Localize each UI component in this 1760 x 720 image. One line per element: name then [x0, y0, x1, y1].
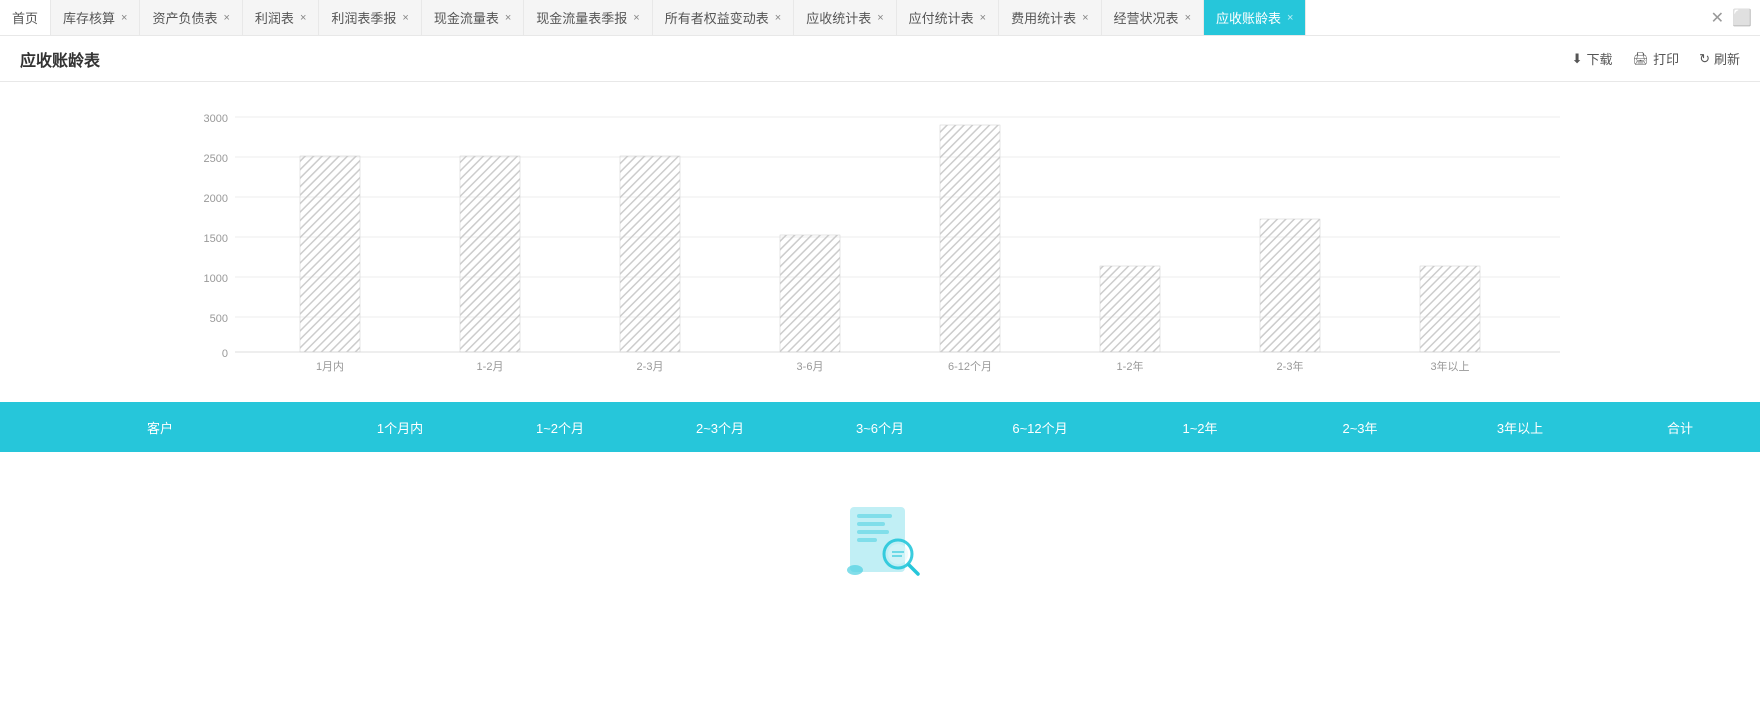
refresh-icon: ↻: [1699, 51, 1710, 67]
bar-8: [1420, 266, 1480, 352]
page-title: 应收账龄表: [20, 47, 100, 71]
tab-profit-q[interactable]: 利润表季报 ×: [319, 0, 421, 36]
main-content: 3000 2500 2000 1500 1000 500 0: [0, 82, 1760, 720]
tab-close-balance[interactable]: ×: [223, 12, 229, 24]
svg-text:6-12个月: 6-12个月: [948, 360, 992, 373]
tab-ar-stat[interactable]: 应收统计表 ×: [794, 0, 896, 36]
bar-5: [940, 125, 1000, 352]
empty-icon: [830, 492, 930, 592]
svg-text:2500: 2500: [204, 153, 228, 165]
svg-text:1月内: 1月内: [316, 359, 344, 373]
bar-6: [1100, 266, 1160, 352]
col-total: 合计: [1600, 418, 1760, 437]
col-2-3y: 2~3年: [1280, 418, 1440, 437]
col-1m: 1个月内: [320, 418, 480, 437]
tab-close-cashflow-q[interactable]: ×: [633, 12, 639, 24]
empty-state: [0, 452, 1760, 632]
svg-text:1-2年: 1-2年: [1117, 359, 1144, 373]
col-1-2y: 1~2年: [1120, 418, 1280, 437]
col-1-2m: 1~2个月: [480, 418, 640, 437]
svg-text:1-2月: 1-2月: [477, 361, 504, 373]
tab-ap-stat[interactable]: 应付统计表 ×: [897, 0, 999, 36]
download-button[interactable]: ⬇ 下载: [1572, 49, 1613, 68]
bar-3: [620, 156, 680, 352]
tab-close-operations[interactable]: ×: [1185, 12, 1191, 24]
window-maximize-btn[interactable]: ⬜: [1732, 8, 1752, 28]
bar-chart: 3000 2500 2000 1500 1000 500 0: [40, 102, 1720, 382]
chart-area: 3000 2500 2000 1500 1000 500 0: [0, 82, 1760, 402]
svg-text:0: 0: [222, 348, 228, 360]
col-customer: 客户: [0, 418, 320, 437]
tab-expense[interactable]: 费用统计表 ×: [999, 0, 1101, 36]
tab-close-profit-q[interactable]: ×: [402, 12, 408, 24]
svg-text:1000: 1000: [204, 273, 228, 285]
svg-text:3-6月: 3-6月: [797, 361, 824, 373]
svg-text:2-3月: 2-3月: [637, 361, 664, 373]
window-controls: ✕ ⬜: [1703, 8, 1760, 28]
tab-home[interactable]: 首页: [0, 0, 51, 36]
tab-inventory[interactable]: 库存核算 ×: [51, 0, 140, 36]
bar-2: [460, 156, 520, 352]
page-actions: ⬇ 下载 🖨 打印 ↻ 刷新: [1572, 49, 1740, 68]
tab-close-ap-stat[interactable]: ×: [980, 12, 986, 24]
tab-cashflow-q[interactable]: 现金流量表季报 ×: [524, 0, 652, 36]
bar-7: [1260, 219, 1320, 352]
tab-balance[interactable]: 资产负债表 ×: [140, 0, 242, 36]
col-3y-plus: 3年以上: [1440, 418, 1600, 437]
col-2-3m: 2~3个月: [640, 418, 800, 437]
tab-close-inventory[interactable]: ×: [121, 12, 127, 24]
tab-operations[interactable]: 经营状况表 ×: [1102, 0, 1204, 36]
tab-close-cashflow[interactable]: ×: [505, 12, 511, 24]
tab-equity[interactable]: 所有者权益变动表 ×: [653, 0, 794, 36]
download-icon: ⬇: [1572, 51, 1583, 67]
tab-close-equity[interactable]: ×: [775, 12, 781, 24]
svg-text:3000: 3000: [204, 113, 228, 125]
tab-bar: 首页 库存核算 × 资产负债表 × 利润表 × 利润表季报 × 现金流量表 × …: [0, 0, 1760, 36]
svg-text:2000: 2000: [204, 193, 228, 205]
tab-profit[interactable]: 利润表 ×: [243, 0, 319, 36]
page-header: 应收账龄表 ⬇ 下载 🖨 打印 ↻ 刷新: [0, 36, 1760, 82]
tab-close-profit[interactable]: ×: [300, 12, 306, 24]
bar-1: [300, 156, 360, 352]
svg-text:1500: 1500: [204, 233, 228, 245]
print-button[interactable]: 🖨 打印: [1633, 49, 1680, 68]
tab-close-expense[interactable]: ×: [1082, 12, 1088, 24]
tab-close-ar-aging[interactable]: ×: [1287, 12, 1293, 24]
table-header: 客户 1个月内 1~2个月 2~3个月 3~6个月 6~12个月 1~2年 2~…: [0, 402, 1760, 452]
window-close-btn[interactable]: ✕: [1711, 8, 1724, 28]
chart-container: 3000 2500 2000 1500 1000 500 0: [40, 102, 1720, 382]
svg-text:500: 500: [210, 313, 228, 325]
tab-ar-aging[interactable]: 应收账龄表 ×: [1204, 0, 1306, 36]
svg-text:3年以上: 3年以上: [1430, 359, 1469, 373]
refresh-button[interactable]: ↻ 刷新: [1699, 49, 1740, 68]
col-3-6m: 3~6个月: [800, 418, 960, 437]
svg-text:2-3年: 2-3年: [1277, 359, 1304, 373]
print-icon: 🖨: [1633, 51, 1650, 67]
tab-close-ar-stat[interactable]: ×: [877, 12, 883, 24]
bar-4: [780, 235, 840, 352]
tab-cashflow[interactable]: 现金流量表 ×: [422, 0, 524, 36]
col-6-12m: 6~12个月: [960, 418, 1120, 437]
